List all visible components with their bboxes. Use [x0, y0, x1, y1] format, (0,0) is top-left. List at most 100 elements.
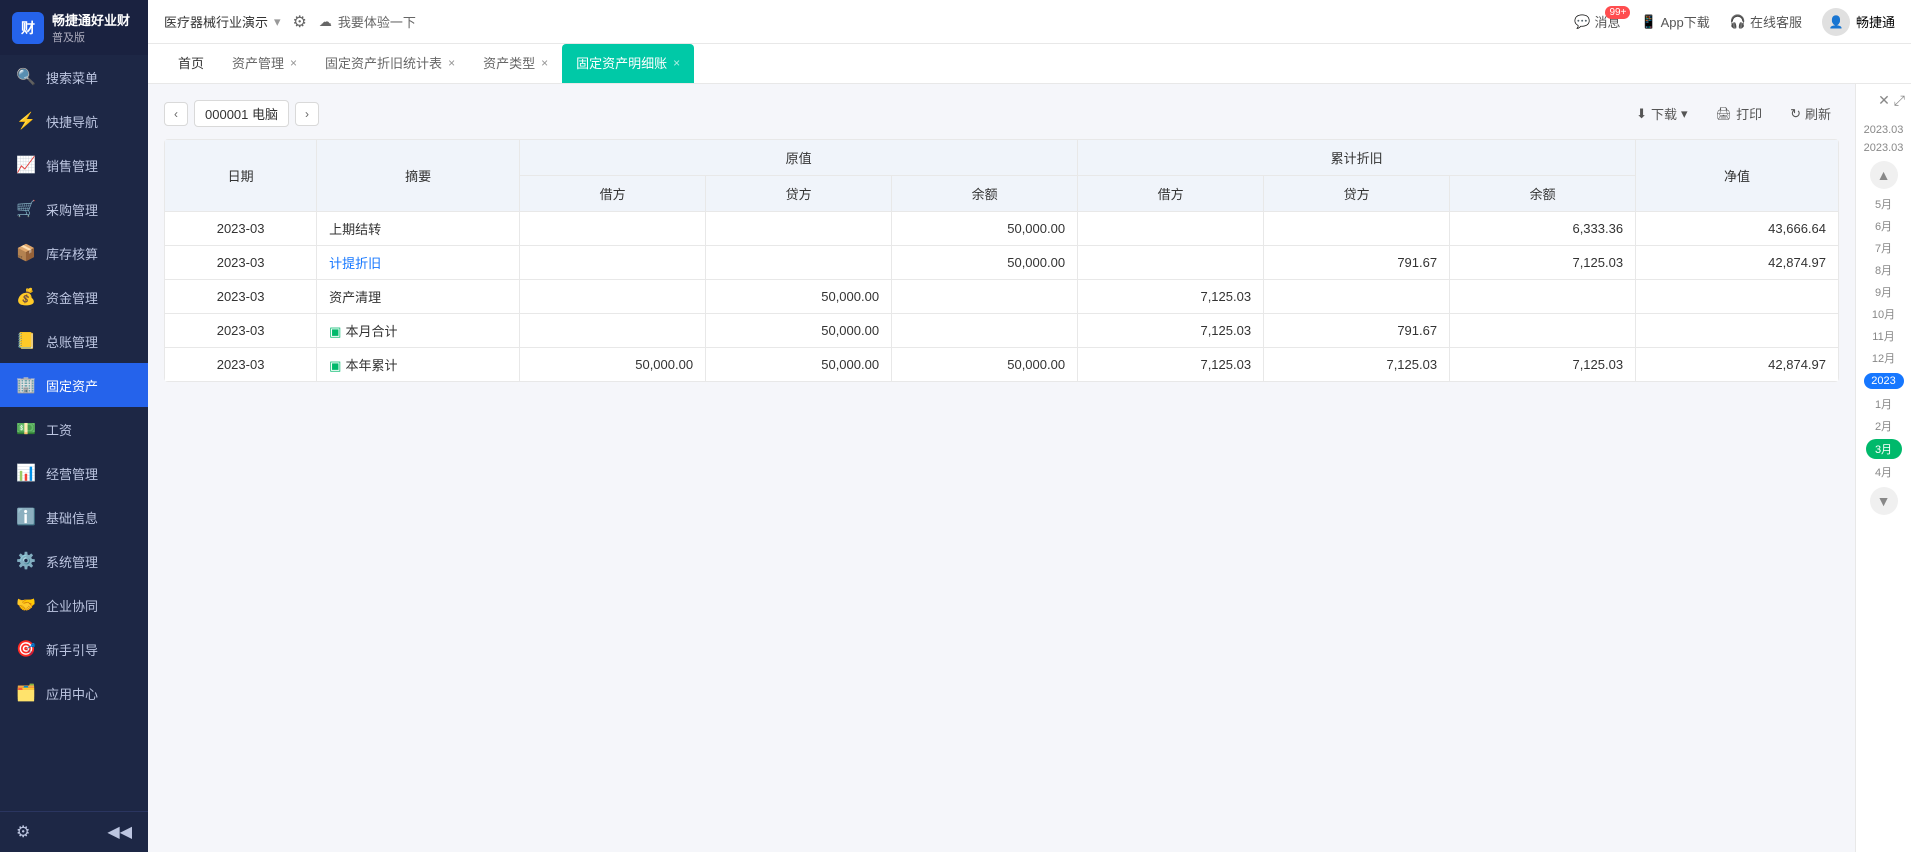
- cell-accum-credit: 791.67: [1264, 246, 1450, 280]
- timeline-month-9[interactable]: 9月: [1856, 281, 1911, 303]
- search-icon: 🔍: [16, 67, 36, 87]
- sidebar-item-operation[interactable]: 📊 经营管理: [0, 451, 148, 495]
- th-orig-balance: 余额: [892, 176, 1078, 212]
- timeline-month-2[interactable]: 2月: [1856, 415, 1911, 437]
- print-button[interactable]: 🖨 打印: [1708, 100, 1771, 127]
- download-icon: ⬇: [1636, 106, 1647, 122]
- sidebar-item-label: 系统管理: [46, 552, 98, 571]
- sidebar-item-label: 资金管理: [46, 288, 98, 307]
- summary-icon: ▣: [329, 324, 341, 339]
- timeline-month-3[interactable]: 3月: [1866, 439, 1902, 459]
- th-orig-debit: 借方: [520, 176, 706, 212]
- sidebar-item-purchase[interactable]: 🛒 采购管理: [0, 187, 148, 231]
- download-button[interactable]: ⬇ 下载 ▾: [1628, 100, 1695, 127]
- book-icon: 📒: [16, 331, 36, 351]
- tabbar: 首页 资产管理 × 固定资产折旧统计表 × 资产类型 × 固定资产明细账 ×: [148, 44, 1911, 84]
- th-accum-debit: 借方: [1078, 176, 1264, 212]
- tab-home[interactable]: 首页: [164, 44, 218, 83]
- refresh-button[interactable]: ↻ 刷新: [1782, 100, 1839, 127]
- detail-toolbar: ‹ 000001 电脑 › ⬇ 下载 ▾ 🖨 打印 ↻: [164, 100, 1839, 127]
- company-settings-icon[interactable]: ⚙: [293, 12, 307, 32]
- tab-assetmgr[interactable]: 资产管理 ×: [218, 44, 311, 83]
- tab-depreciation-label: 固定资产折旧统计表: [325, 53, 442, 72]
- headset-icon: 🎧: [1730, 14, 1746, 30]
- cell-accum-debit: 7,125.03: [1078, 280, 1264, 314]
- sidebar-item-appcenter[interactable]: 🗂️ 应用中心: [0, 671, 148, 715]
- cell-accum-balance: 7,125.03: [1450, 246, 1636, 280]
- sidebar-item-basicinfo[interactable]: ℹ️ 基础信息: [0, 495, 148, 539]
- sidebar-item-fund[interactable]: 💰 资金管理: [0, 275, 148, 319]
- flash-icon: ⚡: [16, 111, 36, 131]
- customer-service-button[interactable]: 🎧 在线客服: [1730, 12, 1802, 31]
- experience-button[interactable]: ☁ 我要体验一下: [319, 12, 416, 31]
- company-selector[interactable]: 医疗器械行业演示 ▾: [164, 12, 281, 31]
- tab-close-assetmgr[interactable]: ×: [290, 56, 297, 70]
- timeline-scroll-down[interactable]: ▼: [1870, 487, 1898, 515]
- sidebar-item-label: 应用中心: [46, 684, 98, 703]
- download-arrow-icon: ▾: [1681, 106, 1688, 122]
- sidebar-item-system[interactable]: ⚙️ 系统管理: [0, 539, 148, 583]
- cell-orig-credit: [706, 212, 892, 246]
- cell-accum-balance: [1450, 280, 1636, 314]
- timeline-month-11[interactable]: 11月: [1856, 325, 1911, 347]
- sidebar-item-collab[interactable]: 🤝 企业协同: [0, 583, 148, 627]
- sidebar-item-label: 总账管理: [46, 332, 98, 351]
- timeline-month-12[interactable]: 12月: [1856, 347, 1911, 369]
- sidebar-item-label: 企业协同: [46, 596, 98, 615]
- tab-home-label: 首页: [178, 53, 204, 72]
- cell-net-value: 42,874.97: [1636, 246, 1839, 280]
- timeline-month-6[interactable]: 6月: [1856, 215, 1911, 237]
- sidebar-item-quicknav[interactable]: ⚡ 快捷导航: [0, 99, 148, 143]
- sidebar-item-salary[interactable]: 💵 工资: [0, 407, 148, 451]
- message-badge: 99+: [1605, 6, 1630, 19]
- handshake-icon: 🤝: [16, 595, 36, 615]
- tab-depreciation[interactable]: 固定资产折旧统计表 ×: [311, 44, 469, 83]
- timeline-scroll-up[interactable]: ▲: [1870, 161, 1898, 189]
- next-asset-button[interactable]: ›: [295, 102, 319, 126]
- cell-accum-debit: [1078, 246, 1264, 280]
- sidebar-item-sales[interactable]: 📈 销售管理: [0, 143, 148, 187]
- settings-icon[interactable]: ⚙: [16, 822, 30, 842]
- tab-assettype[interactable]: 资产类型 ×: [469, 44, 562, 83]
- collapse-icon[interactable]: ◀◀: [107, 822, 132, 842]
- print-icon: 🖨: [1716, 106, 1733, 122]
- prev-asset-button[interactable]: ‹: [164, 102, 188, 126]
- timeline-month-5[interactable]: 5月: [1856, 193, 1911, 215]
- download-label: 下载: [1651, 104, 1677, 123]
- app-download-label: App下载: [1661, 12, 1710, 31]
- user-menu[interactable]: 👤 畅捷通: [1822, 8, 1895, 36]
- timeline-year-2023[interactable]: 2023: [1864, 373, 1904, 389]
- sidebar-item-fixedassets[interactable]: 🏢 固定资产: [0, 363, 148, 407]
- sidebar-nav: 🔍 搜索菜单 ⚡ 快捷导航 📈 销售管理 🛒 采购管理 📦 库存核算 💰 资金管…: [0, 55, 148, 811]
- timeline-month-1[interactable]: 1月: [1856, 393, 1911, 415]
- sidebar-item-ledger[interactable]: 📒 总账管理: [0, 319, 148, 363]
- tab-detail[interactable]: 固定资产明细账 ×: [562, 44, 694, 83]
- yearly-icon: ▣: [329, 358, 341, 373]
- cell-summary[interactable]: 计提折旧: [317, 246, 520, 280]
- cell-summary: ▣本月合计: [317, 314, 520, 348]
- sidebar-item-inventory[interactable]: 📦 库存核算: [0, 231, 148, 275]
- timeline-month-4[interactable]: 4月: [1856, 461, 1911, 483]
- table-row: 2023-03 计提折旧 50,000.00 791.67 7,125.03 4…: [165, 246, 1839, 280]
- cell-accum-balance: [1450, 314, 1636, 348]
- cell-accum-balance: 7,125.03: [1450, 348, 1636, 382]
- sidebar-item-label: 库存核算: [46, 244, 98, 263]
- message-button[interactable]: 💬 消息 99+: [1574, 12, 1620, 31]
- wage-icon: 💵: [16, 419, 36, 439]
- tab-close-depreciation[interactable]: ×: [448, 56, 455, 70]
- tab-close-assettype[interactable]: ×: [541, 56, 548, 70]
- panel-expand-icon[interactable]: ⤢: [1894, 92, 1905, 109]
- panel-close-icon[interactable]: ✕: [1878, 92, 1890, 113]
- tab-close-detail[interactable]: ×: [673, 56, 680, 70]
- timeline-month-8[interactable]: 8月: [1856, 259, 1911, 281]
- sidebar-item-label: 工资: [46, 420, 72, 439]
- timeline-month-7[interactable]: 7月: [1856, 237, 1911, 259]
- sidebar-item-guide[interactable]: 🎯 新手引导: [0, 627, 148, 671]
- app-download-button[interactable]: 📱 App下载: [1640, 12, 1709, 31]
- customer-service-label: 在线客服: [1750, 12, 1802, 31]
- tab-detail-label: 固定资产明细账: [576, 53, 667, 72]
- cell-accum-debit: [1078, 212, 1264, 246]
- sidebar-item-search[interactable]: 🔍 搜索菜单: [0, 55, 148, 99]
- timeline-month-10[interactable]: 10月: [1856, 303, 1911, 325]
- asset-code-display: 000001 电脑: [194, 100, 289, 127]
